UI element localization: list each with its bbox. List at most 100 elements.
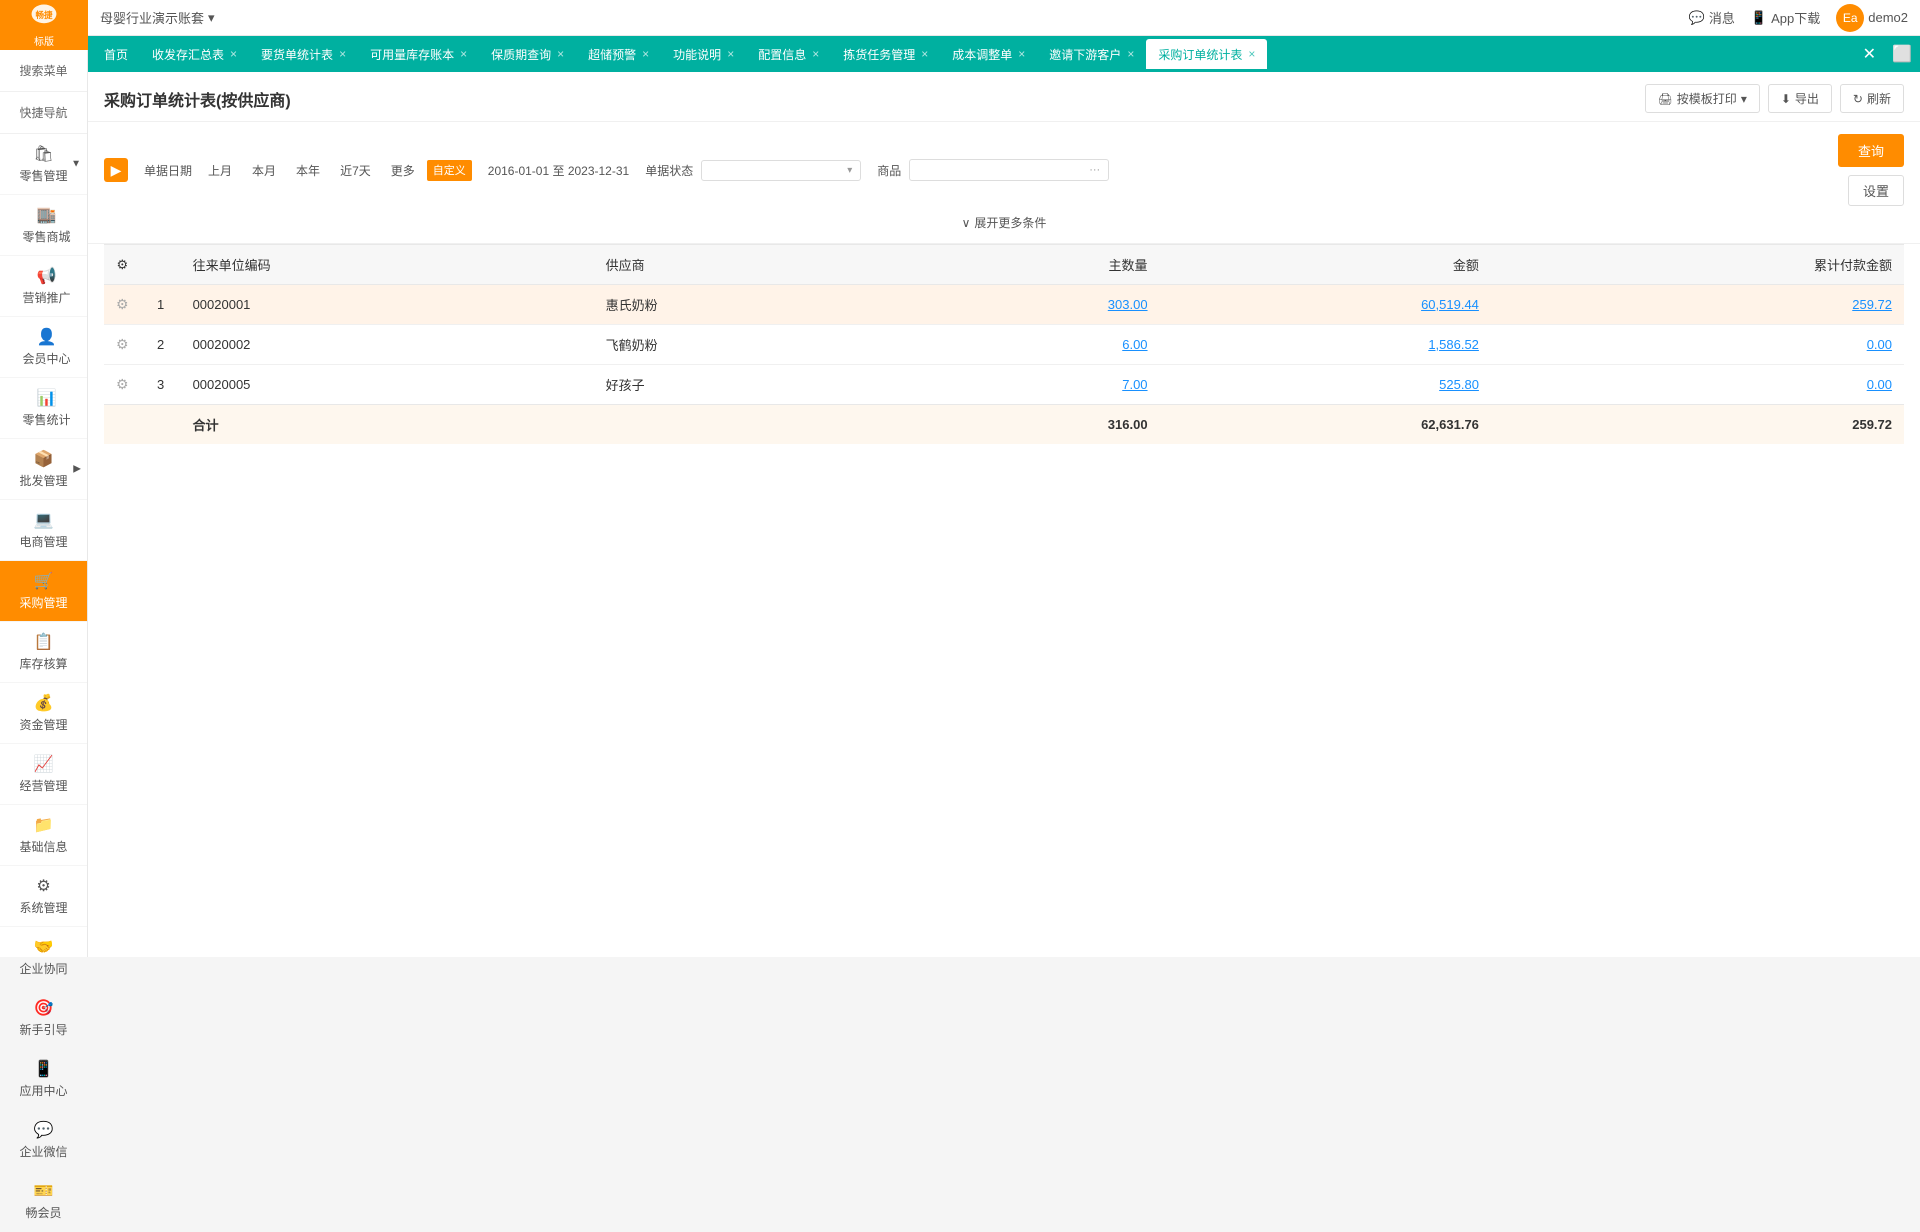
sidebar-search-area[interactable]: 搜索菜单 — [0, 50, 87, 92]
tab-purchase-summary-close[interactable]: × — [1248, 47, 1255, 61]
filter-date-label: 单据日期 — [144, 162, 192, 179]
filter-toggle-button[interactable]: ▶ — [104, 158, 128, 182]
row-gear[interactable]: ⚙ — [104, 285, 141, 325]
sidebar-quicknav-button[interactable]: 快捷导航 — [6, 100, 81, 125]
table-row[interactable]: ⚙ 1 00020001 惠氏奶粉 303.00 60,519.44 259.7… — [104, 285, 1904, 325]
sidebar-item-retail[interactable]: 🛍 零售管理 ▼ — [0, 134, 87, 195]
sidebar-item-marketing[interactable]: 📢 营销推广 — [0, 256, 87, 317]
industry-name: 母婴行业演示账套 — [100, 8, 204, 27]
tab-expiry-query-close[interactable]: × — [557, 47, 564, 61]
sidebar-item-member[interactable]: 👤 会员中心 — [0, 317, 87, 378]
tab-available-stock-close[interactable]: × — [460, 47, 467, 61]
logo-label: 标版 — [34, 33, 54, 48]
expand-icon: ∨ — [962, 216, 971, 230]
tab-invite-downstream[interactable]: 邀请下游客户 × — [1037, 39, 1146, 69]
tab-invite-downstream-label: 邀请下游客户 — [1049, 46, 1121, 63]
row-qty[interactable]: 303.00 — [901, 285, 1159, 325]
nav-close-button[interactable]: ✕ — [1859, 44, 1880, 64]
tab-function-desc-close[interactable]: × — [727, 47, 734, 61]
sidebar-quicknav-area[interactable]: 快捷导航 — [0, 92, 87, 134]
date-shortcut-last-month[interactable]: 上月 — [200, 160, 240, 181]
expand-conditions-button[interactable]: ∨ 展开更多条件 — [962, 214, 1047, 231]
sidebar-item-guide[interactable]: 🎯 新手引导 — [0, 988, 87, 1049]
tab-overstock-warning[interactable]: 超储预警 × — [576, 39, 661, 69]
filter-status-select[interactable]: ▾ — [701, 160, 861, 181]
sidebar-item-retail-mall[interactable]: 🏬 零售商城 — [0, 195, 87, 256]
sidebar-item-member2[interactable]: 🎫 畅会员 — [0, 1171, 87, 1232]
tab-pick-task[interactable]: 拣货任务管理 × — [831, 39, 940, 69]
tab-function-desc[interactable]: 功能说明 × — [661, 39, 746, 69]
sidebar-item-inventory[interactable]: 📋 库存核算 — [0, 622, 87, 683]
nav-maximize-button[interactable]: ⬜ — [1888, 44, 1916, 64]
row-amount[interactable]: 525.80 — [1160, 365, 1491, 405]
sidebar-item-retail-stat[interactable]: 📊 零售统计 — [0, 378, 87, 439]
print-icon: 🖨 — [1658, 92, 1673, 106]
tab-cost-adjust-close[interactable]: × — [1018, 47, 1025, 61]
date-shortcut-this-month[interactable]: 本月 — [244, 160, 284, 181]
tab-cost-adjust[interactable]: 成本调整单 × — [940, 39, 1037, 69]
sidebar-item-operations[interactable]: 📈 经营管理 — [0, 744, 87, 805]
tab-config-info-close[interactable]: × — [812, 47, 819, 61]
settings-button[interactable]: 设置 — [1848, 175, 1904, 206]
filter-goods-input[interactable]: ··· — [909, 159, 1109, 181]
sidebar-item-wholesale[interactable]: 📦 批发管理 ▶ — [0, 439, 87, 500]
table-row[interactable]: ⚙ 2 00020002 飞鹤奶粉 6.00 1,586.52 0.00 — [104, 325, 1904, 365]
nav-actions: ✕ ⬜ — [1859, 44, 1916, 64]
tab-pick-task-label: 拣货任务管理 — [843, 46, 915, 63]
tab-home[interactable]: 首页 — [92, 39, 140, 69]
tab-goods-summary-close[interactable]: × — [339, 47, 346, 61]
retail-mall-icon: 🏬 — [37, 205, 57, 225]
tab-receive-summary[interactable]: 收发存汇总表 × — [140, 39, 249, 69]
user-avatar-text: Ea — [1843, 11, 1858, 25]
sidebar-item-purchase[interactable]: 🛒 采购管理 — [0, 561, 87, 622]
row-paid[interactable]: 0.00 — [1491, 365, 1904, 405]
print-button[interactable]: 🖨 按模板打印 ▾ — [1645, 84, 1760, 113]
row-paid[interactable]: 259.72 — [1491, 285, 1904, 325]
refresh-button[interactable]: ↻ 刷新 — [1840, 84, 1904, 113]
purchase-icon: 🛒 — [34, 571, 54, 591]
row-paid[interactable]: 0.00 — [1491, 325, 1904, 365]
tab-available-stock[interactable]: 可用量库存账本 × — [358, 39, 479, 69]
sidebar-item-enterprise[interactable]: 🤝 企业协同 — [0, 927, 87, 988]
row-gear[interactable]: ⚙ — [104, 325, 141, 365]
row-qty[interactable]: 7.00 — [901, 365, 1159, 405]
page-content: 采购订单统计表(按供应商) 🖨 按模板打印 ▾ ⬇ 导出 ↻ 刷新 — [88, 72, 1920, 957]
sidebar-item-basic-info[interactable]: 📁 基础信息 — [0, 805, 87, 866]
sidebar-item-system[interactable]: ⚙ 系统管理 — [0, 866, 87, 927]
user-avatar-area[interactable]: Ea demo2 — [1836, 4, 1908, 32]
date-custom-badge[interactable]: 自定义 — [427, 160, 472, 181]
table-col-gear[interactable]: ⚙ — [104, 245, 141, 285]
table-row[interactable]: ⚙ 3 00020005 好孩子 7.00 525.80 0.00 — [104, 365, 1904, 405]
tab-purchase-summary[interactable]: 采购订单统计表 × — [1146, 39, 1267, 69]
date-shortcut-7days[interactable]: 近7天 — [332, 160, 379, 181]
row-gear[interactable]: ⚙ — [104, 365, 141, 405]
message-button[interactable]: 💬 消息 — [1689, 8, 1735, 27]
tab-goods-summary[interactable]: 要货单统计表 × — [249, 39, 358, 69]
row-qty[interactable]: 6.00 — [901, 325, 1159, 365]
industry-selector[interactable]: 母婴行业演示账套 ▾ — [100, 8, 215, 27]
expand-label: 展开更多条件 — [974, 214, 1046, 231]
sidebar-item-finance[interactable]: 💰 资金管理 — [0, 683, 87, 744]
app-logo[interactable]: 畅捷 标版 — [0, 0, 88, 50]
query-button[interactable]: 查询 — [1838, 134, 1904, 167]
date-shortcut-more[interactable]: 更多 — [383, 160, 423, 181]
sidebar-item-wechat[interactable]: 💬 企业微信 — [0, 1110, 87, 1171]
sidebar-search-button[interactable]: 搜索菜单 — [6, 58, 81, 83]
tab-pick-task-close[interactable]: × — [921, 47, 928, 61]
tab-expiry-query-label: 保质期查询 — [491, 46, 551, 63]
export-button[interactable]: ⬇ 导出 — [1768, 84, 1832, 113]
row-number: 1 — [141, 285, 181, 325]
app-download-button[interactable]: 📱 App下载 — [1751, 8, 1820, 27]
tab-expiry-query[interactable]: 保质期查询 × — [479, 39, 576, 69]
date-shortcut-this-year[interactable]: 本年 — [288, 160, 328, 181]
sidebar-item-ecommerce[interactable]: 💻 电商管理 — [0, 500, 87, 561]
tab-invite-downstream-close[interactable]: × — [1127, 47, 1134, 61]
row-amount[interactable]: 1,586.52 — [1160, 325, 1491, 365]
tab-overstock-warning-close[interactable]: × — [642, 47, 649, 61]
row-amount[interactable]: 60,519.44 — [1160, 285, 1491, 325]
tab-receive-summary-close[interactable]: × — [230, 47, 237, 61]
tab-config-info[interactable]: 配置信息 × — [746, 39, 831, 69]
filter-goods-more-icon: ··· — [1089, 164, 1100, 176]
sidebar-item-app-center[interactable]: 📱 应用中心 — [0, 1049, 87, 1110]
wholesale-icon: 📦 — [34, 449, 54, 469]
